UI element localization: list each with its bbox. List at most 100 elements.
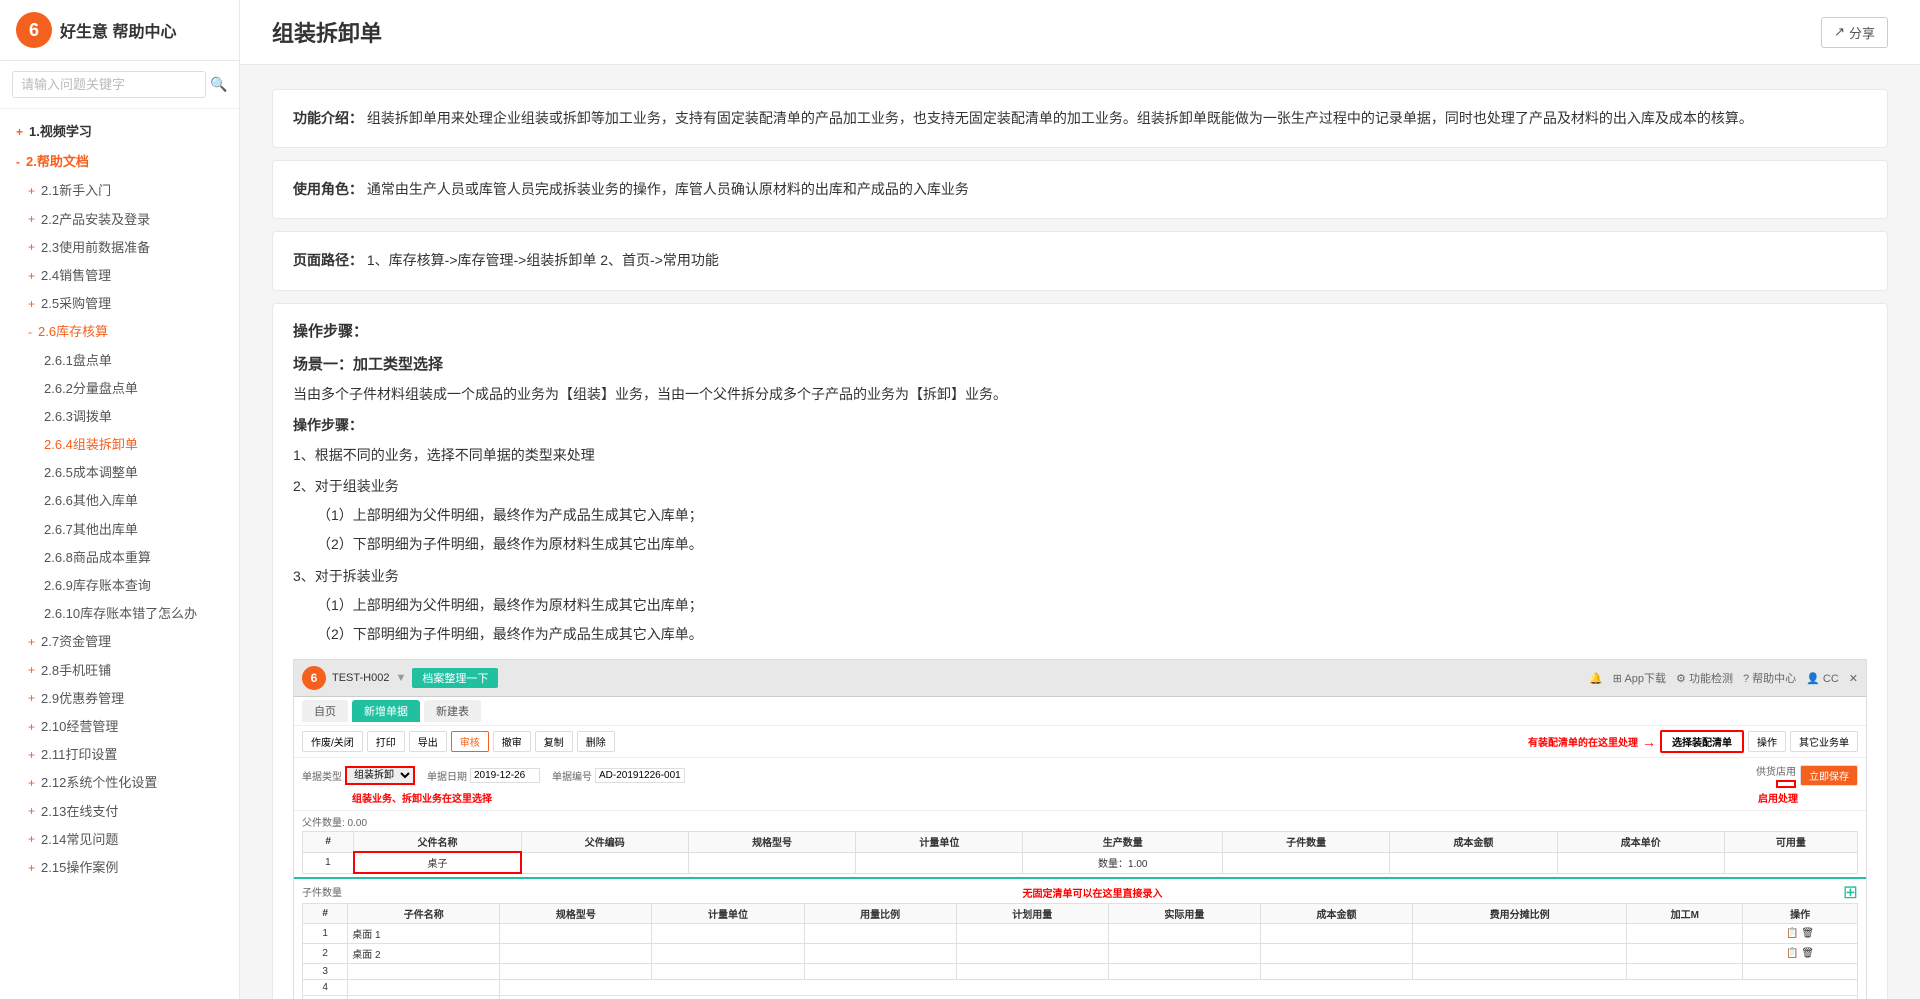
logo: 6: [16, 12, 52, 48]
sidebar-item-cases[interactable]: + 2.15操作案例: [28, 854, 239, 882]
sidebar-item-purchase[interactable]: + 2.5采购管理: [28, 290, 239, 318]
ss-no-input[interactable]: [595, 768, 685, 783]
search-button[interactable]: 🔍: [210, 76, 227, 93]
sidebar-item-inv263[interactable]: 2.6.3调拨单: [44, 403, 239, 431]
path-label: 页面路径：: [293, 252, 363, 268]
step1: 1、根据不同的业务，选择不同单据的类型来处理: [293, 443, 1867, 468]
ss-btn-export[interactable]: 导出: [409, 731, 447, 752]
sidebar-item-inv262[interactable]: 2.6.2分量盘点单: [44, 375, 239, 403]
ss-field-type: 单据类型 组装拆卸: [302, 766, 415, 785]
ss-btn-delete[interactable]: 删除: [577, 731, 615, 752]
sidebar-item-mobile[interactable]: + 2.8手机旺铺: [28, 657, 239, 685]
sidebar-item-docs[interactable]: - 2.帮助文档: [0, 147, 239, 177]
steps-title: 操作步骤：: [293, 320, 1867, 341]
ss-btn-copy[interactable]: 复制: [535, 731, 573, 752]
ss-btn-action3[interactable]: 其它业务单: [1790, 731, 1858, 752]
ss-btn-action2[interactable]: 操作: [1748, 731, 1786, 752]
scenario1-desc: 当由多个子件材料组装成一个成品的业务为【组装】业务，当由一个父件拆分成多个子产品…: [293, 382, 1867, 407]
intro-label: 功能介绍：: [293, 110, 363, 126]
ss-table1: # 父件名称 父件编码 规格型号 计量单位 生产数量 子件数量 成本金额 成本单…: [302, 831, 1858, 874]
ss-btn-bom[interactable]: 选择装配清单: [1660, 730, 1744, 753]
nav-tree: + 1.视频学习 - 2.帮助文档 + 2.1新手入门 + 2.2产品安装及登录…: [0, 109, 239, 999]
ss-expand-icon[interactable]: ⊞: [1843, 882, 1858, 903]
ss-form-row: 单据类型 组装拆卸 单据日期: [302, 763, 1858, 788]
bell-icon: 🔔: [1589, 672, 1603, 685]
role-label: 使用角色：: [293, 181, 363, 197]
sidebar-item-inv2610[interactable]: 2.6.10库存账本错了怎么办: [44, 600, 239, 628]
table-row: 1 桌面 1 📋 🗑: [303, 924, 1858, 944]
ss-type-field-container: 组装拆卸: [345, 766, 415, 785]
sidebar-item-video[interactable]: + 1.视频学习: [0, 117, 239, 147]
collapse-icon: -: [16, 154, 20, 171]
ss-field-no: 单据编号: [552, 768, 685, 783]
search-input[interactable]: [12, 71, 206, 98]
ss-btn-unapprove[interactable]: 撤审: [493, 731, 531, 752]
th-avail: 可用量: [1724, 832, 1857, 853]
ss-logo: 6: [302, 666, 326, 690]
ss-table1-label: 父件数量: 0.00: [302, 814, 1858, 829]
sidebar-item-inv266[interactable]: 2.6.6其他入库单: [44, 487, 239, 515]
content-area: 功能介绍： 组装拆卸单用来处理企业组装或拆卸等加工业务，支持有固定装配清单的产品…: [240, 65, 1920, 999]
sidebar-item-personalize[interactable]: + 2.12系统个性化设置: [28, 769, 239, 797]
sidebar-item-inv268[interactable]: 2.6.8商品成本重算: [44, 544, 239, 572]
sidebar: 6 好生意 帮助中心 🔍 + 1.视频学习 - 2.帮助文档 + 2.1新手入门…: [0, 0, 240, 999]
table-row: 5: [303, 996, 1858, 999]
nav-sub-docs: + 2.1新手入门 + 2.2产品安装及登录 + 2.3使用前数据准备 + 2.…: [0, 177, 239, 882]
sidebar-item-inv269[interactable]: 2.6.9库存账本查询: [44, 572, 239, 600]
ss-right-icons: 🔔 ⊞ App下载 ⚙ 功能检测 ? 帮助中心 👤 CC ✕: [1589, 670, 1858, 686]
path-text: 1、库存核算->库存管理->组装拆卸单 2、首页->常用功能: [367, 252, 719, 268]
sidebar-item-label: 2.帮助文档: [26, 153, 89, 171]
th-parent-name: 父件名称: [354, 832, 521, 853]
sidebar-header: 6 好生意 帮助中心: [0, 0, 239, 61]
sidebar-item-online-pay[interactable]: + 2.13在线支付: [28, 798, 239, 826]
intro-text: 组装拆卸单用来处理企业组装或拆卸等加工业务，支持有固定装配清单的产品加工业务，也…: [367, 110, 1753, 126]
ss-date-input[interactable]: [470, 768, 540, 783]
sidebar-item-newbie[interactable]: + 2.1新手入门: [28, 177, 239, 205]
th-sub-qty: 子件数量: [1223, 832, 1390, 853]
sidebar-item-faq[interactable]: + 2.14常见问题: [28, 826, 239, 854]
th-spec: 规格型号: [688, 832, 855, 853]
table-row: 1 桌子 数量：1.00: [303, 852, 1858, 873]
th-unit-cost: 成本单价: [1557, 832, 1724, 853]
ann-arrow1: →: [1642, 734, 1656, 750]
ss-btn-print[interactable]: 打印: [367, 731, 405, 752]
table-row: 2 桌面 2 📋 🗑: [303, 944, 1858, 964]
ss-type-select[interactable]: 组装拆卸: [345, 766, 415, 785]
ann3-text: 组装业务、拆卸业务在这里选择: [302, 790, 492, 805]
ss-table2-container: 子件数量 无固定清单可以在这里直接录入 ⊞ # 子件名称 规格型号 计量单位 用…: [294, 877, 1866, 999]
ann5-text: 无固定清单可以在这里直接录入: [1022, 885, 1162, 900]
th-cost-amt: 成本金额: [1390, 832, 1557, 853]
sidebar-item-finance[interactable]: + 2.7资金管理: [28, 628, 239, 656]
sidebar-item-print[interactable]: + 2.11打印设置: [28, 741, 239, 769]
sidebar-item-install[interactable]: + 2.2产品安装及登录: [28, 206, 239, 234]
page-title: 组装拆卸单: [272, 16, 382, 48]
ss-tab-home: 自页: [302, 700, 348, 722]
share-button[interactable]: ↗ 分享: [1821, 17, 1888, 48]
th-prod-qty: 生产数量: [1023, 832, 1223, 853]
sidebar-item-coupon[interactable]: + 2.9优惠券管理: [28, 685, 239, 713]
sidebar-item-inv261[interactable]: 2.6.1盘点单: [44, 347, 239, 375]
ss-field-date: 单据日期: [427, 768, 540, 783]
sidebar-item-inv264[interactable]: 2.6.4组装拆卸单: [44, 431, 239, 459]
sidebar-item-inv265[interactable]: 2.6.5成本调整单: [44, 459, 239, 487]
ss-btn-approve[interactable]: 审核: [451, 731, 489, 752]
sidebar-item-inventory[interactable]: - 2.6库存核算: [28, 318, 239, 346]
step3-sub1: （1）上部明细为父件明细，最终作为原材料生成其它出库单；: [293, 593, 1867, 618]
ss-table1-container: 父件数量: 0.00 # 父件名称 父件编码 规格型号 计量单位 生产数量 子件…: [294, 811, 1866, 877]
sidebar-item-operation[interactable]: + 2.10经营管理: [28, 713, 239, 741]
close-icon: ✕: [1849, 672, 1858, 685]
ss-tab-table: 新建表: [424, 700, 481, 722]
sidebar-item-inv267[interactable]: 2.6.7其他出库单: [44, 516, 239, 544]
ss-save-btn[interactable]: 立即保存: [1800, 765, 1858, 786]
step2-sub2: （2）下部明细为子件明细，最终作为原材料生成其它出库单。: [293, 532, 1867, 557]
app-name: 好生意 帮助中心: [60, 18, 176, 42]
ss-btn-cancel[interactable]: 作废/关闭: [302, 731, 363, 752]
main-header: 组装拆卸单 ↗ 分享: [240, 0, 1920, 65]
table-row: 3: [303, 964, 1858, 980]
sidebar-item-data[interactable]: + 2.3使用前数据准备: [28, 234, 239, 262]
step3-sub2: （2）下部明细为子件明细，最终作为产成品生成其它入库单。: [293, 622, 1867, 647]
sidebar-item-sales[interactable]: + 2.4销售管理: [28, 262, 239, 290]
path-card: 页面路径： 1、库存核算->库存管理->组装拆卸单 2、首页->常用功能: [272, 231, 1888, 290]
step2: 2、对于组装业务: [293, 474, 1867, 499]
ann1-text: 有装配清单的在这里处理: [1528, 734, 1638, 749]
